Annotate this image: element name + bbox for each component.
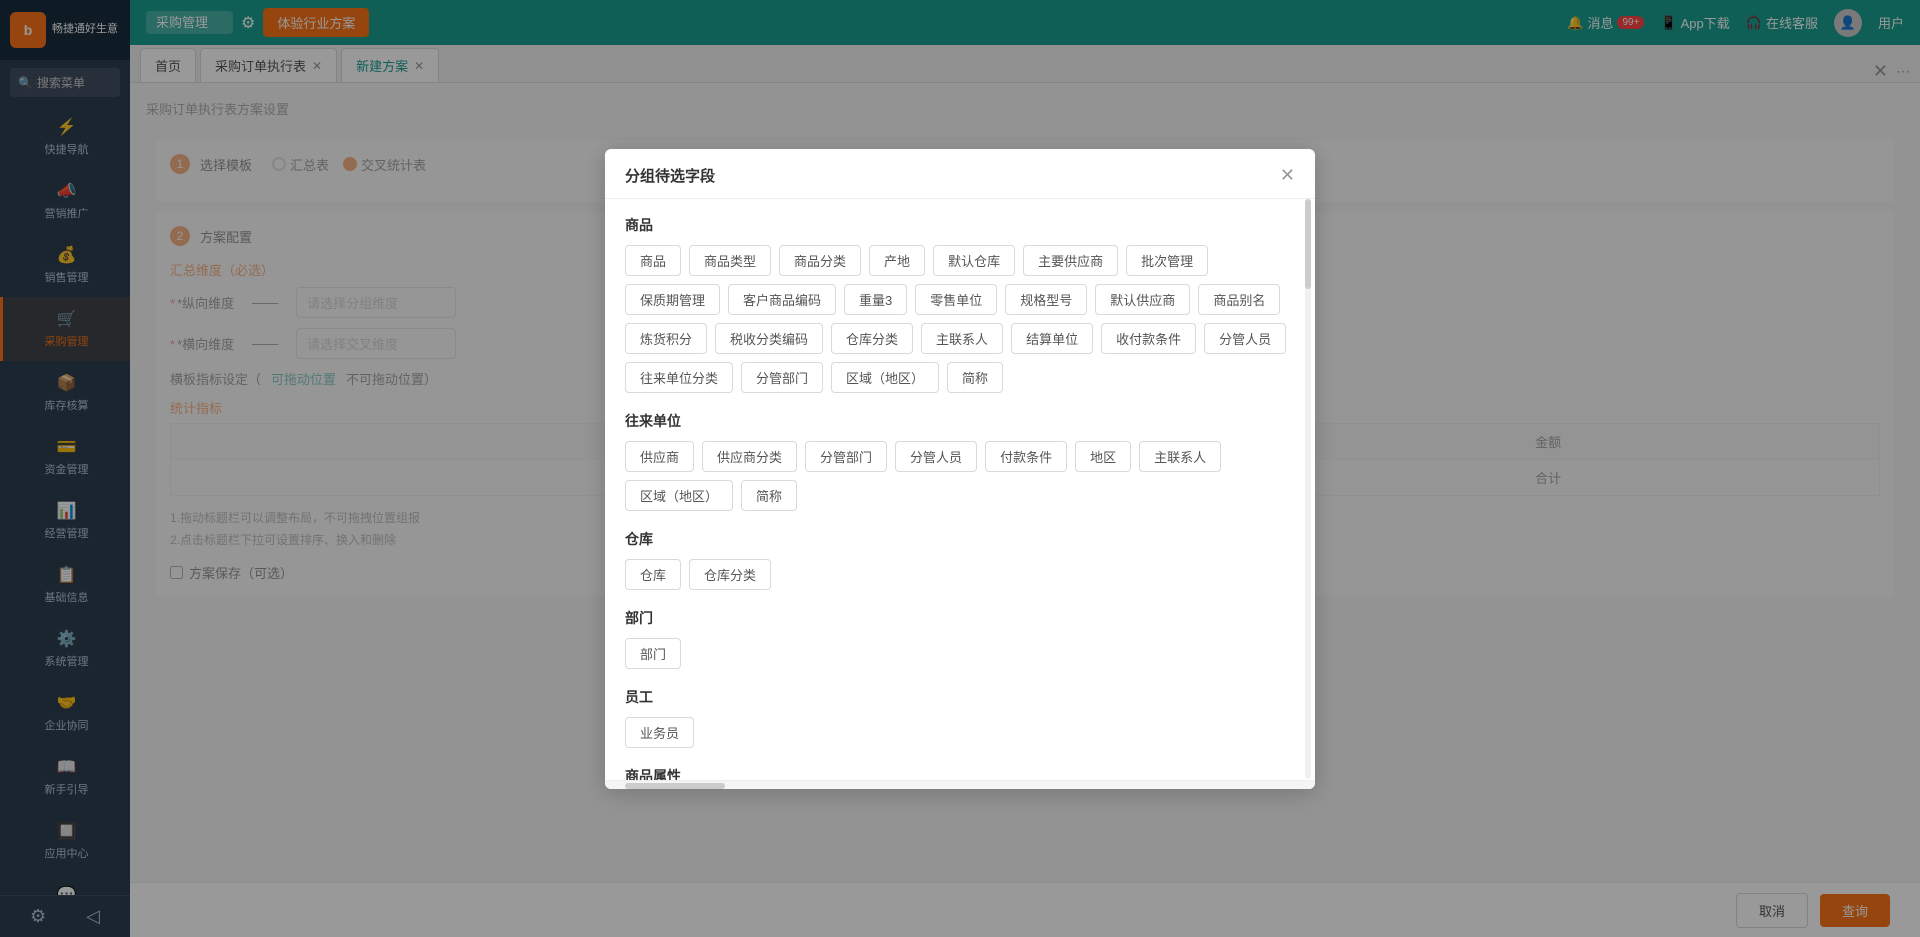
field-section-product: 商品 商品 商品类型 商品分类 产地 默认仓库 主要供应商 批次管理 保质期管理: [625, 215, 1295, 393]
tag-retail-unit[interactable]: 零售单位: [915, 284, 997, 315]
modal-close-icon[interactable]: ✕: [1280, 166, 1295, 184]
field-section-warehouse: 仓库 仓库 仓库分类: [625, 529, 1295, 590]
tag-manager[interactable]: 分管人员: [1204, 323, 1286, 354]
modal-title: 分组待选字段: [625, 165, 715, 186]
tag-spec-model[interactable]: 规格型号: [1005, 284, 1087, 315]
partner-tags: 供应商 供应商分类 分管部门 分管人员 付款条件 地区 主联系人 区域（地区） …: [625, 441, 1295, 511]
product-tags: 商品 商品类型 商品分类 产地 默认仓库 主要供应商 批次管理 保质期管理 客户…: [625, 245, 1295, 393]
tag-batch-mgmt[interactable]: 批次管理: [1126, 245, 1208, 276]
tag-warehouse[interactable]: 仓库: [625, 559, 681, 590]
tag-area[interactable]: 地区: [1075, 441, 1131, 472]
tag-default-supplier[interactable]: 默认供应商: [1095, 284, 1190, 315]
tag-warehouse-category[interactable]: 仓库分类: [831, 323, 913, 354]
tag-tax-code[interactable]: 税收分类编码: [715, 323, 823, 354]
tag-partner-category[interactable]: 往来单位分类: [625, 362, 733, 393]
section-title-warehouse: 仓库: [625, 529, 1295, 549]
tag-payment-terms[interactable]: 收付款条件: [1101, 323, 1196, 354]
tag-short-name-partner[interactable]: 简称: [741, 480, 797, 511]
tag-region-product[interactable]: 区域（地区）: [831, 362, 939, 393]
tag-main-contact-partner[interactable]: 主联系人: [1139, 441, 1221, 472]
tag-dept[interactable]: 部门: [625, 638, 681, 669]
employee-tags: 业务员: [625, 717, 1295, 748]
tag-customer-code[interactable]: 客户商品编码: [728, 284, 836, 315]
modal-vscrollbar-thumb: [1305, 199, 1311, 289]
tag-default-warehouse[interactable]: 默认仓库: [933, 245, 1015, 276]
field-section-employee: 员工 业务员: [625, 687, 1295, 748]
section-title-employee: 员工: [625, 687, 1295, 707]
section-title-product-attr: 商品属性: [625, 766, 1295, 781]
section-title-product: 商品: [625, 215, 1295, 235]
tag-settlement-unit[interactable]: 结算单位: [1011, 323, 1093, 354]
tag-supplier[interactable]: 供应商: [625, 441, 694, 472]
tag-product-category[interactable]: 商品分类: [779, 245, 861, 276]
main-content: 采购管理 ⚙ 体验行业方案 🔔 消息 99+ 📱 App下载 🎧 在线客服: [130, 0, 1920, 937]
modal-hscrollbar[interactable]: [605, 780, 1315, 788]
modal-dialog: 分组待选字段 ✕ 商品 商品 商品类型 商品分类 产地 默: [605, 149, 1315, 789]
section-title-partner: 往来单位: [625, 411, 1295, 431]
warehouse-tags: 仓库 仓库分类: [625, 559, 1295, 590]
tag-product[interactable]: 商品: [625, 245, 681, 276]
tag-expiry-mgmt[interactable]: 保质期管理: [625, 284, 720, 315]
modal-header: 分组待选字段 ✕: [605, 149, 1315, 199]
modal-hscrollbar-thumb: [625, 783, 725, 789]
tag-short-name-product[interactable]: 简称: [947, 362, 1003, 393]
tag-supplier-category[interactable]: 供应商分类: [702, 441, 797, 472]
field-section-partner: 往来单位 供应商 供应商分类 分管部门 分管人员 付款条件 地区 主联系人 区域…: [625, 411, 1295, 511]
tag-mgmt-dept[interactable]: 分管部门: [741, 362, 823, 393]
tag-dept-partner[interactable]: 分管部门: [805, 441, 887, 472]
tag-person-partner[interactable]: 分管人员: [895, 441, 977, 472]
tag-main-contact[interactable]: 主联系人: [921, 323, 1003, 354]
modal-overlay: 分组待选字段 ✕ 商品 商品 商品类型 商品分类 产地 默: [130, 83, 1920, 937]
tag-payment-cond[interactable]: 付款条件: [985, 441, 1067, 472]
dept-tags: 部门: [625, 638, 1295, 669]
section-title-dept: 部门: [625, 608, 1295, 628]
modal-vscrollbar[interactable]: [1305, 199, 1311, 779]
tag-refine-points[interactable]: 炼货积分: [625, 323, 707, 354]
tag-product-alias[interactable]: 商品别名: [1198, 284, 1280, 315]
field-section-dept: 部门 部门: [625, 608, 1295, 669]
tag-sales-rep[interactable]: 业务员: [625, 717, 694, 748]
field-section-product-attr: 商品属性 属性 颜色 多规格 尺码 鞋码 1: [625, 766, 1295, 781]
tag-product-type[interactable]: 商品类型: [689, 245, 771, 276]
tag-warehouse-cat[interactable]: 仓库分类: [689, 559, 771, 590]
tag-weight3[interactable]: 重量3: [844, 284, 907, 315]
page-body: 采购订单执行表方案设置 1 选择模板 汇总表: [130, 83, 1920, 937]
modal-body: 商品 商品 商品类型 商品分类 产地 默认仓库 主要供应商 批次管理 保质期管理: [605, 199, 1315, 781]
tag-origin[interactable]: 产地: [869, 245, 925, 276]
tag-region-partner[interactable]: 区域（地区）: [625, 480, 733, 511]
tag-main-supplier[interactable]: 主要供应商: [1023, 245, 1118, 276]
